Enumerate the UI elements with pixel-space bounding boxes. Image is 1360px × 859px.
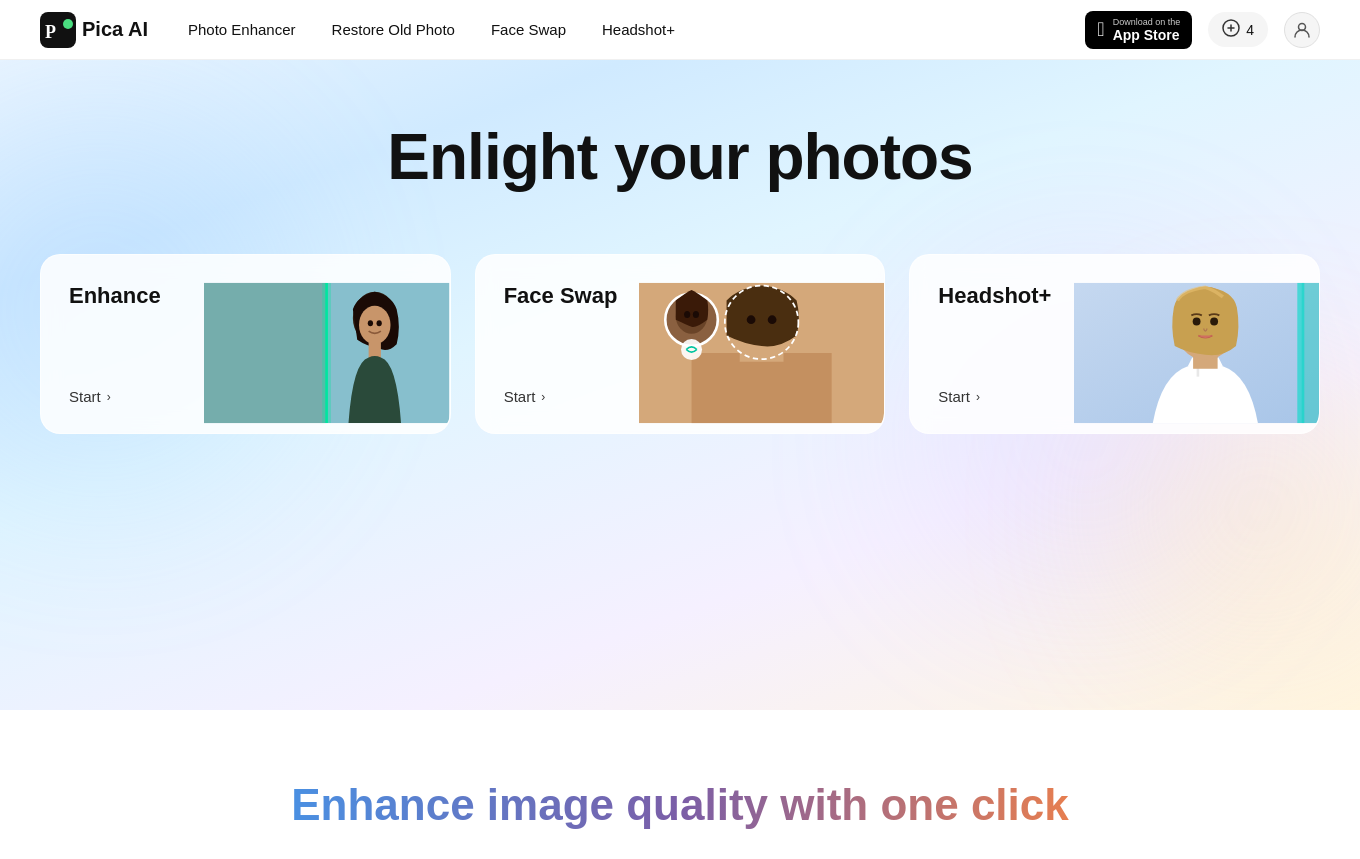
app-store-button[interactable]:  Download on the App Store [1085, 11, 1192, 49]
headshot-card: Headshot+ Start › [909, 254, 1320, 434]
enhance-quality-section: Enhance image quality with one click [0, 710, 1360, 859]
face-swap-start-label: Start [504, 388, 536, 405]
navbar-right:  Download on the App Store 4 [1085, 11, 1320, 49]
nav-links: Photo Enhancer Restore Old Photo Face Sw… [188, 21, 675, 39]
chevron-right-icon-3: › [976, 390, 980, 404]
svg-point-25 [681, 339, 702, 360]
enhance-card: Enhance Start › [40, 254, 451, 434]
headshot-start-link[interactable]: Start › [938, 388, 980, 405]
enhance-start-label: Start [69, 388, 101, 405]
svg-rect-16 [692, 353, 832, 423]
svg-rect-7 [204, 283, 327, 423]
svg-point-32 [1210, 318, 1218, 326]
enhance-split-image [204, 273, 449, 433]
headshot-card-image [1074, 273, 1319, 433]
user-icon [1293, 21, 1311, 39]
svg-point-19 [747, 315, 756, 324]
apple-icon:  [1097, 18, 1104, 41]
store-name: App Store [1113, 27, 1181, 43]
svg-text:P: P [45, 22, 56, 42]
logo-icon: P [40, 12, 76, 48]
face-swap-svg [639, 273, 884, 433]
headshot-start-label: Start [938, 388, 970, 405]
navbar: P Pica AI Photo Enhancer Restore Old Pho… [0, 0, 1360, 60]
chevron-right-icon-2: › [541, 390, 545, 404]
face-swap-card-image [639, 273, 884, 433]
svg-point-31 [1192, 318, 1200, 326]
cards-row: Enhance Start › [40, 254, 1320, 434]
svg-point-24 [693, 311, 699, 318]
logo[interactable]: P Pica AI [40, 12, 148, 48]
face-swap-start-link[interactable]: Start › [504, 388, 546, 405]
enhance-section-title: Enhance image quality with one click [291, 780, 1069, 830]
nav-item-face-swap[interactable]: Face Swap [491, 21, 566, 39]
credits-button[interactable]: 4 [1208, 12, 1268, 47]
user-button[interactable] [1284, 12, 1320, 48]
headshot-svg [1074, 273, 1319, 433]
svg-point-23 [684, 311, 690, 318]
enhance-svg [204, 273, 449, 433]
svg-point-2 [63, 19, 73, 29]
enhance-card-image [204, 273, 449, 433]
svg-point-9 [359, 306, 391, 345]
enhance-start-link[interactable]: Start › [69, 388, 111, 405]
credits-count: 4 [1246, 22, 1254, 38]
nav-item-headshot[interactable]: Headshot+ [602, 21, 675, 39]
app-store-text: Download on the App Store [1113, 17, 1181, 43]
hero-title: Enlight your photos [387, 120, 972, 194]
nav-item-photo-enhancer[interactable]: Photo Enhancer [188, 21, 296, 39]
svg-point-20 [768, 315, 777, 324]
credits-icon [1222, 19, 1240, 40]
chevron-right-icon: › [107, 390, 111, 404]
face-swap-card: Face Swap Start › [475, 254, 886, 434]
navbar-left: P Pica AI Photo Enhancer Restore Old Pho… [40, 12, 675, 48]
svg-rect-34 [1297, 283, 1304, 423]
logo-text: Pica AI [82, 18, 148, 41]
nav-item-restore[interactable]: Restore Old Photo [332, 21, 455, 39]
svg-point-11 [368, 320, 373, 326]
download-text: Download on the [1113, 17, 1181, 27]
hero-section: Enlight your photos Enhance Start › [0, 60, 1360, 710]
svg-point-12 [377, 320, 382, 326]
